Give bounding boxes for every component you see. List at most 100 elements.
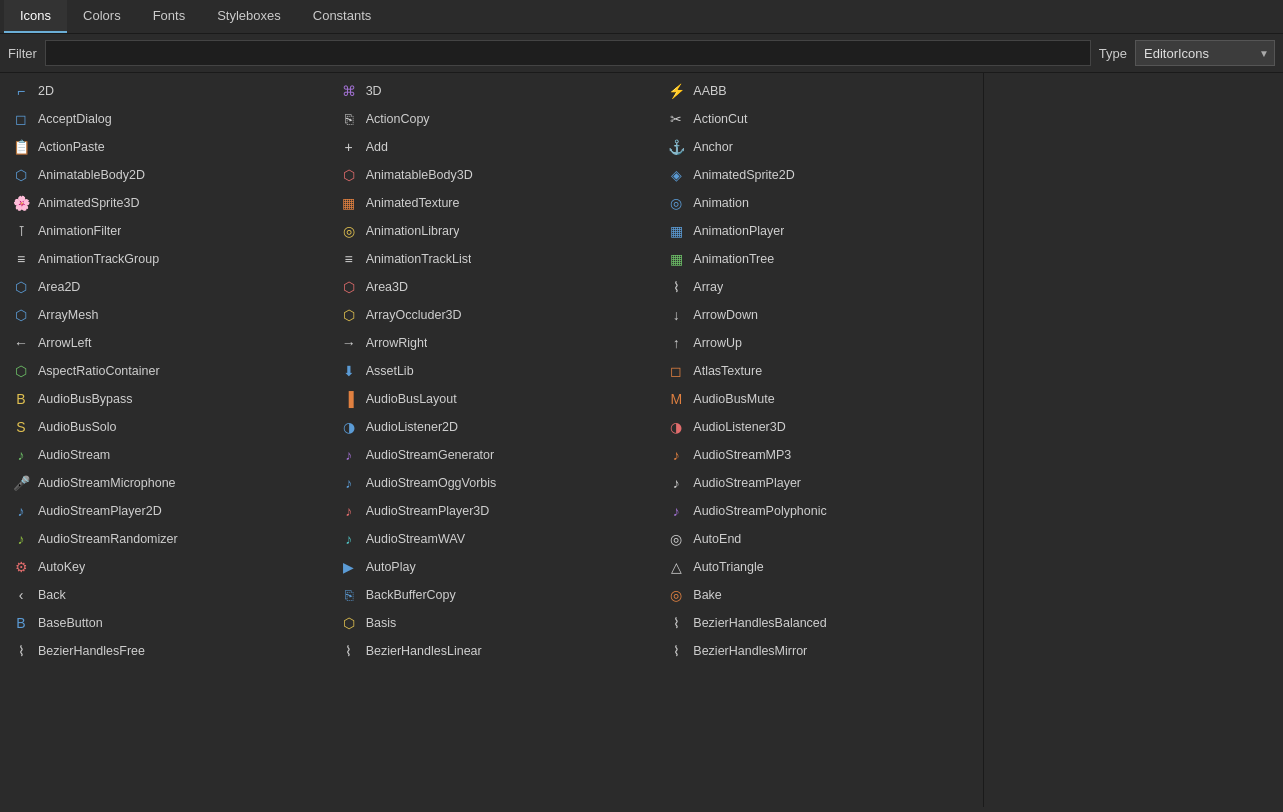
icon-item[interactable]: ♪AudioStreamPlayer3D — [328, 497, 656, 525]
icon-item[interactable]: ♪AudioStreamGenerator — [328, 441, 656, 469]
icon-item[interactable]: ⬡AspectRatioContainer — [0, 357, 328, 385]
icon-item[interactable]: ♪AudioStreamPlayer — [655, 469, 983, 497]
icon-item[interactable]: ⚙AutoKey — [0, 553, 328, 581]
icon-item[interactable]: →ArrowRight — [328, 329, 656, 357]
basis-icon: ⬡ — [340, 614, 358, 632]
icon-item[interactable]: ⌇Array — [655, 273, 983, 301]
icon-item[interactable]: BAudioBusBypass — [0, 385, 328, 413]
icon-item[interactable]: ▶AutoPlay — [328, 553, 656, 581]
assetlib-icon: ⬇ — [340, 362, 358, 380]
icon-item[interactable]: ⌇BezierHandlesFree — [0, 637, 328, 665]
icon-item[interactable]: ⬇AssetLib — [328, 357, 656, 385]
arrowup-icon: ↑ — [667, 334, 685, 352]
icon-item[interactable]: ⬡AnimatableBody2D — [0, 161, 328, 189]
actioncut-icon: ✂ — [667, 110, 685, 128]
audiostreammicrophone-icon: 🎤 — [12, 474, 30, 492]
add-icon: + — [340, 138, 358, 156]
icon-row: ⚙AutoKey▶AutoPlay△AutoTriangle — [0, 553, 983, 581]
icon-item[interactable]: ⬡Basis — [328, 609, 656, 637]
tab-icons[interactable]: Icons — [4, 0, 67, 33]
icon-item[interactable]: ⚓Anchor — [655, 133, 983, 161]
icon-item[interactable]: ⌘3D — [328, 77, 656, 105]
icon-item[interactable]: ⚡AABB — [655, 77, 983, 105]
icon-item[interactable]: ▦AnimatedTexture — [328, 189, 656, 217]
icon-item[interactable]: ♪ AudioStreamRandomizer — [0, 525, 328, 553]
icon-label: AnimationTrackList — [366, 252, 472, 266]
icon-item[interactable]: ⌇BezierHandlesBalanced — [655, 609, 983, 637]
icon-label: ArrayOccluder3D — [366, 308, 462, 322]
icon-item[interactable]: +Add — [328, 133, 656, 161]
audiostreamrandomizer-icon: ♪ — [12, 530, 30, 548]
icon-item[interactable]: ⎘ActionCopy — [328, 105, 656, 133]
tab-fonts[interactable]: Fonts — [137, 0, 202, 33]
icon-item[interactable]: ⬡Area2D — [0, 273, 328, 301]
right-panel — [983, 73, 1283, 807]
icon-item[interactable]: ≡AnimationTrackList — [328, 245, 656, 273]
icon-item[interactable]: ◑AudioListener3D — [655, 413, 983, 441]
icon-item[interactable]: ◎Animation — [655, 189, 983, 217]
icon-item[interactable]: ◈AnimatedSprite2D — [655, 161, 983, 189]
icon-item[interactable]: B BaseButton — [0, 609, 328, 637]
icon-item[interactable]: 🌸AnimatedSprite3D — [0, 189, 328, 217]
icon-item[interactable]: ♪AudioStream — [0, 441, 328, 469]
icon-item[interactable]: ⎘BackBufferCopy — [328, 581, 656, 609]
icon-item[interactable]: ◻AtlasTexture — [655, 357, 983, 385]
audiolistener3d-icon: ◑ — [667, 418, 685, 436]
icon-item[interactable]: ⊺AnimationFilter — [0, 217, 328, 245]
2d-icon: ⌐ — [12, 82, 30, 100]
animationplayer-icon: ▦ — [667, 222, 685, 240]
type-select[interactable]: EditorIconsThemeProject — [1135, 40, 1275, 66]
icon-item[interactable]: ♪AudioStreamOggVorbis — [328, 469, 656, 497]
area3d-icon: ⬡ — [340, 278, 358, 296]
icon-row: ⬡AspectRatioContainer⬇AssetLib◻AtlasText… — [0, 357, 983, 385]
icon-item[interactable]: ◎AnimationLibrary — [328, 217, 656, 245]
icon-item[interactable]: ♪AudioStreamPlayer2D — [0, 497, 328, 525]
icon-item[interactable]: MAudioBusMute — [655, 385, 983, 413]
icon-label: Animation — [693, 196, 749, 210]
icon-item[interactable]: SAudioBusSolo — [0, 413, 328, 441]
icon-label: Anchor — [693, 140, 733, 154]
basebutton-icon: B — [12, 614, 30, 632]
icon-label: AABB — [693, 84, 726, 98]
icon-item[interactable]: 🎤AudioStreamMicrophone — [0, 469, 328, 497]
icon-item[interactable]: ◎Bake — [655, 581, 983, 609]
tab-constants[interactable]: Constants — [297, 0, 388, 33]
icon-item[interactable]: △AutoTriangle — [655, 553, 983, 581]
tab-styleboxes[interactable]: Styleboxes — [201, 0, 297, 33]
icon-item[interactable]: ⬡Area3D — [328, 273, 656, 301]
icon-item[interactable]: ▐AudioBusLayout — [328, 385, 656, 413]
icon-item[interactable]: ≡AnimationTrackGroup — [0, 245, 328, 273]
icon-item[interactable]: ✂ActionCut — [655, 105, 983, 133]
icon-item[interactable]: ▦AnimationTree — [655, 245, 983, 273]
icon-item[interactable]: ◻AcceptDialog — [0, 105, 328, 133]
icon-label: AudioStream — [38, 448, 110, 462]
icon-item[interactable]: ◑AudioListener2D — [328, 413, 656, 441]
icon-item[interactable]: ♪AudioStreamMP3 — [655, 441, 983, 469]
icon-item[interactable]: ▦AnimationPlayer — [655, 217, 983, 245]
icon-item[interactable]: ⬡ArrayMesh — [0, 301, 328, 329]
audiolistener2d-icon: ◑ — [340, 418, 358, 436]
icon-item[interactable]: ◎AutoEnd — [655, 525, 983, 553]
autokey-icon: ⚙ — [12, 558, 30, 576]
icon-item[interactable]: ⌐2D — [0, 77, 328, 105]
icon-item[interactable]: ←ArrowLeft — [0, 329, 328, 357]
icon-item[interactable]: ⌇BezierHandlesLinear — [328, 637, 656, 665]
icon-label: AudioStreamRandomizer — [38, 532, 178, 546]
icon-item[interactable]: ♪AudioStreamPolyphonic — [655, 497, 983, 525]
filter-input[interactable] — [45, 40, 1091, 66]
icon-item[interactable]: ⌇BezierHandlesMirror — [655, 637, 983, 665]
icon-item[interactable]: ⬡AnimatableBody3D — [328, 161, 656, 189]
animationfilter-icon: ⊺ — [12, 222, 30, 240]
icon-item[interactable]: 📋ActionPaste — [0, 133, 328, 161]
icon-item[interactable]: ♪AudioStreamWAV — [328, 525, 656, 553]
icon-label: BaseButton — [38, 616, 103, 630]
tab-colors[interactable]: Colors — [67, 0, 137, 33]
icon-item[interactable]: ↓ArrowDown — [655, 301, 983, 329]
type-select-wrapper: EditorIconsThemeProject ▼ — [1135, 40, 1275, 66]
icon-item[interactable]: ‹Back — [0, 581, 328, 609]
area2d-icon: ⬡ — [12, 278, 30, 296]
icon-item[interactable]: ⬡ArrayOccluder3D — [328, 301, 656, 329]
icon-item[interactable]: ↑ArrowUp — [655, 329, 983, 357]
animatedtexture-icon: ▦ — [340, 194, 358, 212]
audiostreamplayer-icon: ♪ — [667, 474, 685, 492]
